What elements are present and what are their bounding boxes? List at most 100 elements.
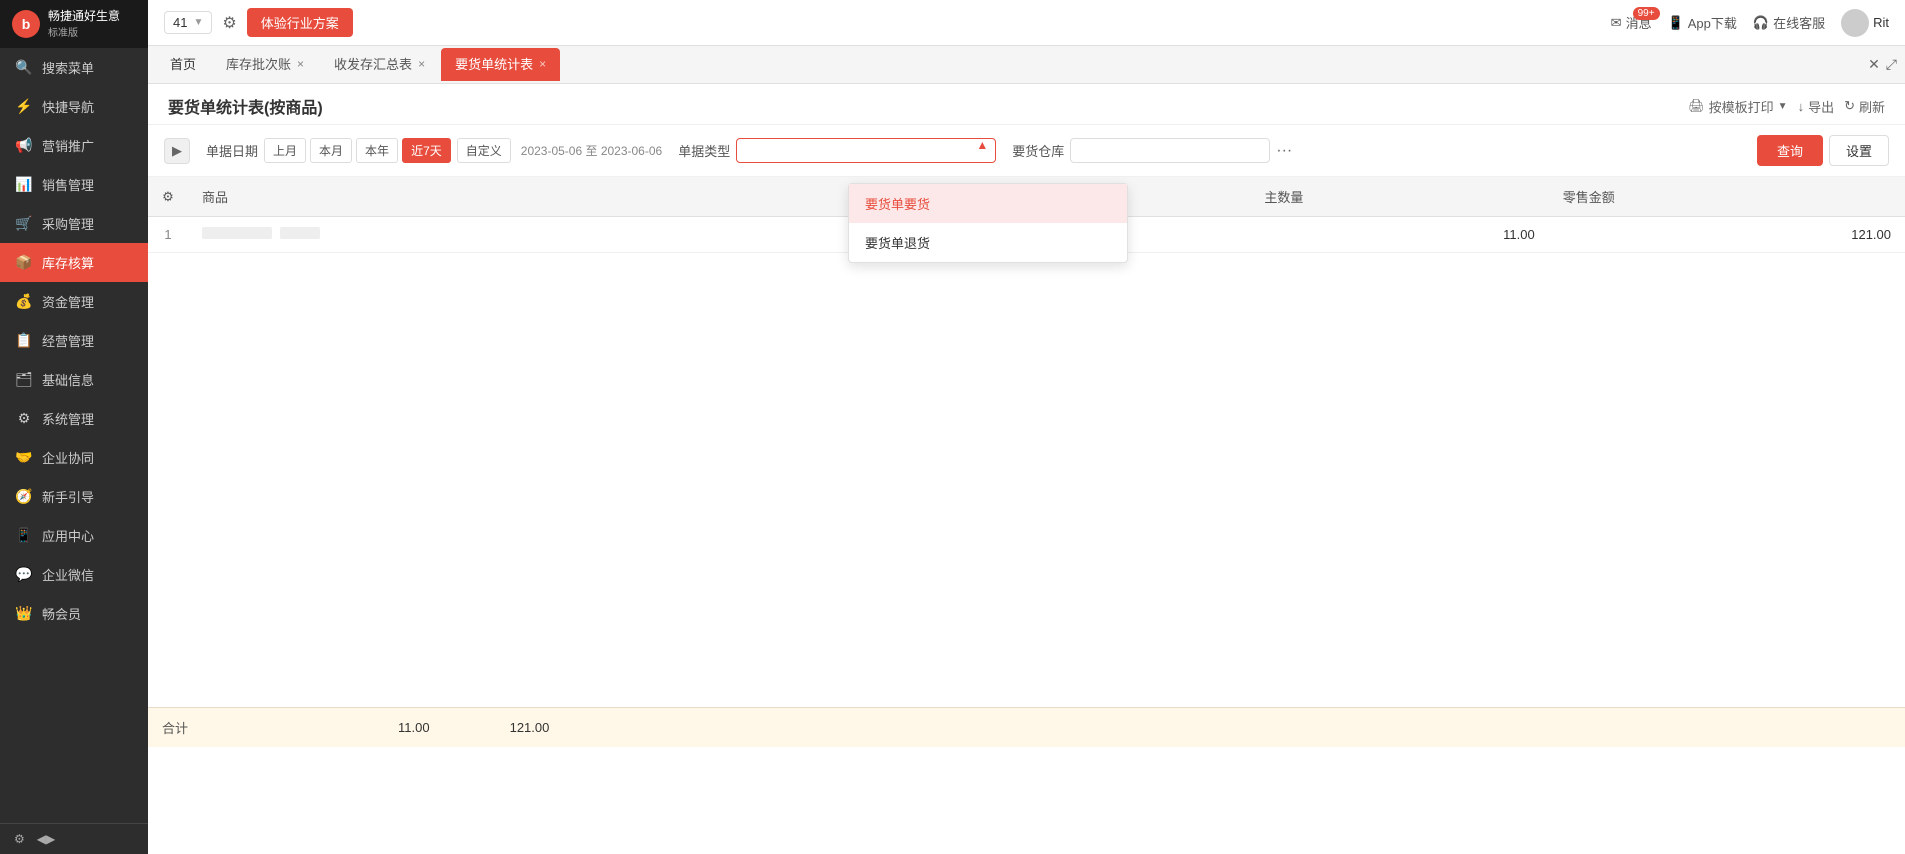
mobile-icon: 📱 [14, 527, 34, 544]
col-settings[interactable]: ⚙ [148, 177, 188, 217]
filter-expand-btn[interactable]: ▶ [164, 138, 190, 164]
megaphone-icon: 📢 [14, 137, 34, 154]
box-icon: 📦 [14, 254, 34, 271]
chat-icon: 💬 [14, 566, 34, 583]
warehouse-filter-group: 要货仓库 ··· [1012, 138, 1292, 163]
summary-quantity-value: 11.00 [398, 720, 430, 735]
warehouse-filter-label: 要货仓库 [1012, 141, 1064, 160]
print-icon: 🖨 [1688, 98, 1705, 114]
sidebar-item-member[interactable]: 👑 畅会员 [0, 594, 148, 633]
filter-more-icon[interactable]: ··· [1276, 142, 1292, 160]
sidebar-label-enterprise: 企业协同 [42, 448, 94, 467]
sidebar-item-marketing[interactable]: 📢 营销推广 [0, 126, 148, 165]
query-button[interactable]: 查询 [1757, 135, 1823, 166]
dropdown-item-return[interactable]: 要货单退货 [849, 223, 1127, 262]
chevron-down-icon: ▼ [193, 17, 203, 28]
export-btn-label: 导出 [1808, 97, 1834, 116]
compass-icon: 🧭 [14, 488, 34, 505]
tabbar: 首页 库存批次账 × 收发存汇总表 × 要货单统计表 × ✕ ⤢ [148, 46, 1905, 84]
online-service-btn[interactable]: 🎧 在线客服 [1753, 13, 1825, 32]
sidebar-nav: 🔍 搜索菜单 ⚡ 快捷导航 📢 营销推广 📊 销售管理 🛒 采购管理 📦 库存核… [0, 48, 148, 823]
sidebar-item-operations[interactable]: 📋 经营管理 [0, 321, 148, 360]
sidebar-item-search[interactable]: 🔍 搜索菜单 [0, 48, 148, 87]
sidebar-item-sales[interactable]: 📊 销售管理 [0, 165, 148, 204]
app-download-btn[interactable]: 📱 App下载 [1668, 13, 1737, 32]
date-options: 上月 本月 本年 近7天 [264, 138, 451, 163]
type-filter-label: 单据类型 [678, 141, 730, 160]
topbar-left: 41 ▼ ⚙ 体验行业方案 [164, 8, 353, 37]
dropdown-item-purchase[interactable]: 要货单要货 [849, 184, 1127, 223]
tab-receive-summary[interactable]: 收发存汇总表 × [320, 48, 439, 81]
summary-label: 合计 [162, 718, 188, 737]
messages-badge: 99+ [1633, 7, 1660, 20]
date-opt-custom[interactable]: 自定义 [457, 138, 511, 163]
app-download-label: App下载 [1688, 13, 1737, 32]
date-opt-this-year[interactable]: 本年 [356, 138, 398, 163]
sidebar-label-sales: 销售管理 [42, 175, 94, 194]
sidebar-logo: b 畅捷通好生意 标准版 [0, 0, 148, 48]
topbar: 41 ▼ ⚙ 体验行业方案 ✉ 消息 99+ 📱 App下载 🎧 在线客服 R [148, 0, 1905, 46]
date-opt-this-month[interactable]: 本月 [310, 138, 352, 163]
sidebar-label-marketing: 营销推广 [42, 136, 94, 155]
sidebar-label-member: 畅会员 [42, 604, 81, 623]
sidebar-item-quick-nav[interactable]: ⚡ 快捷导航 [0, 87, 148, 126]
date-opt-last-month[interactable]: 上月 [264, 138, 306, 163]
sidebar-item-basic-info[interactable]: 🗂 基础信息 [0, 360, 148, 399]
row-sale-amount: 121.00 [1549, 217, 1905, 253]
sidebar-item-enterprise[interactable]: 🤝 企业协同 [0, 438, 148, 477]
sidebar-label-basic-info: 基础信息 [42, 370, 94, 389]
date-filter-group: 单据日期 上月 本月 本年 近7天 自定义 2023-05-06 至 2023-… [206, 138, 662, 163]
download-icon: 📱 [1668, 15, 1684, 31]
messages-btn[interactable]: ✉ 消息 99+ [1611, 13, 1652, 32]
company-name: 畅捷通好生意 [48, 9, 120, 25]
tab-inventory-batch[interactable]: 库存批次账 × [212, 48, 318, 81]
type-filter-input[interactable] [736, 138, 996, 163]
tab-close-all-btn[interactable]: ✕ [1868, 56, 1880, 73]
topbar-right: ✉ 消息 99+ 📱 App下载 🎧 在线客服 Rit [1611, 9, 1889, 37]
tabbar-right: ✕ ⤢ [1868, 56, 1897, 73]
tab-inventory-batch-label: 库存批次账 [226, 54, 291, 73]
store-selector[interactable]: 41 ▼ [164, 11, 212, 34]
gear-icon: ⚙ [14, 410, 34, 427]
tab-requisition-stats-label: 要货单统计表 [455, 54, 533, 73]
sidebar-item-purchase[interactable]: 🛒 采购管理 [0, 204, 148, 243]
tab-expand-btn[interactable]: ⤢ [1886, 56, 1897, 73]
page-actions: 🖨 按模板打印 ▼ ↓ 导出 ↻ 刷新 [1688, 97, 1885, 116]
tab-requisition-stats-close[interactable]: × [539, 57, 546, 71]
sidebar-item-inventory[interactable]: 📦 库存核算 [0, 243, 148, 282]
refresh-btn[interactable]: ↻ 刷新 [1844, 97, 1885, 116]
trial-button[interactable]: 体验行业方案 [247, 8, 353, 37]
sidebar-label-wechat: 企业微信 [42, 565, 94, 584]
sidebar-item-guide[interactable]: 🧭 新手引导 [0, 477, 148, 516]
sidebar-item-app-center[interactable]: 📱 应用中心 [0, 516, 148, 555]
col-quantity: 主数量 [1250, 177, 1548, 217]
sidebar-collapse-icon[interactable]: ◀▶ [37, 832, 55, 846]
print-btn[interactable]: 🖨 按模板打印 ▼ [1688, 97, 1787, 116]
tab-requisition-stats[interactable]: 要货单统计表 × [441, 48, 560, 81]
folder-icon: 🗂 [14, 371, 34, 388]
username-label: Rit [1873, 15, 1889, 30]
app-logo-text: 畅捷通好生意 标准版 [48, 9, 120, 40]
sidebar-label-purchase: 采购管理 [42, 214, 94, 233]
sidebar-item-wechat[interactable]: 💬 企业微信 [0, 555, 148, 594]
clipboard-icon: 📋 [14, 332, 34, 349]
date-range-display: 2023-05-06 至 2023-06-06 [521, 142, 662, 159]
tab-receive-summary-close[interactable]: × [418, 57, 425, 71]
sidebar-settings-icon[interactable]: ⚙ [14, 832, 25, 846]
crown-icon: 👑 [14, 605, 34, 622]
message-icon: ✉ [1611, 15, 1622, 31]
settings-button[interactable]: 设置 [1829, 135, 1889, 166]
sidebar-label-operations: 经营管理 [42, 331, 94, 350]
print-btn-label: 按模板打印 [1709, 97, 1774, 116]
refresh-icon: ↻ [1844, 98, 1855, 114]
sidebar-item-finance[interactable]: 💰 资金管理 [0, 282, 148, 321]
tab-home[interactable]: 首页 [156, 48, 210, 81]
sidebar-label-app-center: 应用中心 [42, 526, 94, 545]
tab-inventory-batch-close[interactable]: × [297, 57, 304, 71]
export-btn[interactable]: ↓ 导出 [1798, 97, 1835, 116]
sidebar-item-system[interactable]: ⚙ 系统管理 [0, 399, 148, 438]
topbar-gear-icon[interactable]: ⚙ [222, 13, 236, 33]
warehouse-filter-input[interactable] [1070, 138, 1270, 163]
user-menu[interactable]: Rit [1841, 9, 1889, 37]
date-opt-7days[interactable]: 近7天 [402, 138, 451, 163]
